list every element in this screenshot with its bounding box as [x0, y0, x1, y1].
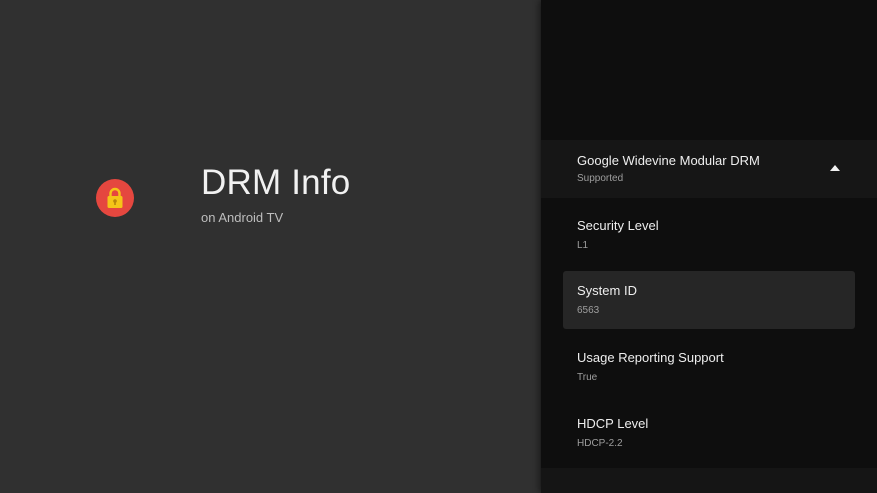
item-label: Usage Reporting Support — [577, 350, 724, 365]
lock-icon — [107, 187, 123, 208]
app-icon — [96, 179, 134, 217]
app-subtitle: on Android TV — [201, 210, 284, 225]
list-item-hdcp-level[interactable]: HDCP Level HDCP-2.2 — [563, 404, 855, 462]
list-item-usage-reporting[interactable]: Usage Reporting Support True — [563, 338, 855, 396]
list-item-system-id[interactable]: System ID 6563 — [563, 271, 855, 329]
list-bottom-edge — [541, 468, 877, 493]
app-info-panel: DRM Info on Android TV — [0, 0, 541, 493]
item-label: Security Level — [577, 218, 659, 233]
item-value: True — [577, 372, 598, 383]
item-label: System ID — [577, 283, 637, 298]
collapse-arrow-icon[interactable] — [830, 164, 840, 172]
drm-scheme-name: Google Widevine Modular DRM — [577, 153, 760, 168]
list-item-security-level[interactable]: Security Level L1 — [563, 206, 855, 264]
item-label: HDCP Level — [577, 416, 649, 431]
drm-details-panel: Google Widevine Modular DRM Supported Se… — [541, 0, 877, 493]
item-value: L1 — [577, 240, 589, 251]
item-value: HDCP-2.2 — [577, 438, 623, 449]
drm-scheme-status: Supported — [577, 173, 624, 184]
item-value: 6563 — [577, 305, 600, 316]
drm-scheme-header[interactable]: Google Widevine Modular DRM Supported — [541, 140, 877, 198]
app-title: DRM Info — [201, 163, 351, 202]
